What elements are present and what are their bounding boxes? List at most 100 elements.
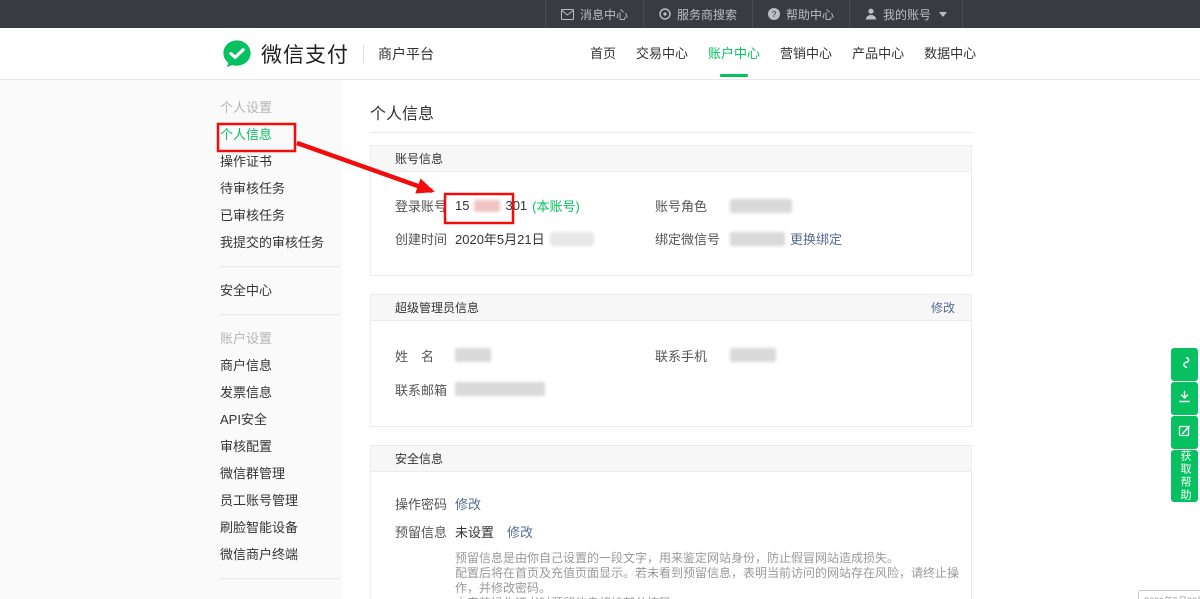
main-nav: 首页 交易中心 账户中心 营销中心 产品中心 数据中心 — [590, 28, 976, 80]
reserved-info-label: 预留信息 — [395, 522, 455, 541]
operation-password-label: 操作密码 — [395, 494, 455, 513]
admin-name-redacted — [455, 348, 491, 362]
sidebar-item-face-smart-device[interactable]: 刷脸智能设备 — [220, 514, 342, 541]
topbar-message-center[interactable]: 消息中心 — [545, 0, 643, 28]
nav-home[interactable]: 首页 — [590, 28, 616, 80]
sidebar-divider — [220, 266, 340, 267]
login-account-redacted — [474, 200, 500, 212]
security-info-body: 操作密码 修改 预留信息 未设置 修改 预留信息是由你自己设置的一段文字，用来鉴… — [371, 472, 971, 599]
sidebar-item-merchant-info[interactable]: 商户信息 — [220, 352, 342, 379]
topbar-my-account-label: 我的账号 — [883, 6, 931, 23]
super-admin-header: 超级管理员信息 修改 — [371, 295, 971, 321]
nav-transaction-center[interactable]: 交易中心 — [636, 28, 688, 80]
sidebar-item-wechat-merchant-terminal[interactable]: 微信商户终端 — [220, 541, 342, 568]
download-icon — [1178, 390, 1191, 408]
rebind-link[interactable]: 更换绑定 — [790, 229, 842, 248]
sidebar-divider — [220, 578, 340, 579]
header: 微信支付 商户平台 首页 交易中心 账户中心 营销中心 产品中心 数据中心 — [0, 28, 1200, 80]
sidebar-item-invoice-info[interactable]: 发票信息 — [220, 379, 342, 406]
sidebar-section-account-settings: 账户设置 — [220, 325, 342, 352]
sidebar-item-security-center[interactable]: 安全中心 — [220, 277, 342, 304]
operation-password-edit-link[interactable]: 修改 — [455, 494, 481, 513]
nav-data-center[interactable]: 数据中心 — [924, 28, 976, 80]
account-role-value — [730, 199, 792, 213]
topbar-my-account[interactable]: 我的账号 — [849, 0, 963, 28]
topbar-service-search-label: 服务商搜索 — [677, 6, 737, 23]
sidebar-divider — [220, 314, 340, 315]
security-info-title: 安全信息 — [395, 450, 443, 467]
sidebar-item-staff-account-management[interactable]: 员工账号管理 — [220, 487, 342, 514]
super-admin-section: 超级管理员信息 修改 姓 名 联系手机 联系邮箱 — [370, 294, 972, 427]
current-account-tag: (本账号) — [532, 196, 580, 215]
bound-wechat-value: 更换绑定 — [730, 229, 842, 248]
brand-divider — [363, 45, 364, 63]
account-info-section: 账号信息 登录账号 15301 (本账号) 账号角色 — [370, 145, 972, 276]
account-info-body: 登录账号 15301 (本账号) 账号角色 创建时间 — [371, 172, 971, 275]
service-link-icon — [1178, 356, 1191, 374]
active-nav-underline — [720, 74, 748, 77]
date-tooltip: 2020年5月22日 — [1138, 590, 1200, 599]
search-icon — [659, 8, 671, 20]
super-admin-body: 姓 名 联系手机 联系邮箱 — [371, 321, 971, 426]
reserved-info-edit-link[interactable]: 修改 — [507, 522, 533, 541]
brand: 微信支付 商户平台 — [222, 28, 434, 80]
sidebar-item-review-config[interactable]: 审核配置 — [220, 433, 342, 460]
brand-name: 微信支付 — [261, 39, 349, 69]
account-info-title: 账号信息 — [395, 150, 443, 167]
floating-toolbar: 获取帮助 — [1171, 348, 1198, 502]
admin-email-label: 联系邮箱 — [395, 380, 455, 399]
caret-down-icon — [939, 12, 947, 17]
topbar-service-search[interactable]: 服务商搜索 — [643, 0, 752, 28]
nav-marketing-center[interactable]: 营销中心 — [780, 28, 832, 80]
account-role-label: 账号角色 — [655, 196, 730, 215]
created-time-value: 2020年5月21日 — [455, 229, 594, 248]
admin-name-value — [455, 348, 491, 362]
reserved-info-description: 预留信息是由你自己设置的一段文字，用来鉴定网站身份，防止假冒网站造成损失。 配置… — [455, 551, 971, 599]
admin-phone-value — [730, 348, 776, 362]
get-help-label: 获取帮助 — [1179, 450, 1190, 502]
sidebar-item-my-submitted-tasks[interactable]: 我提交的审核任务 — [220, 229, 342, 256]
login-account-label: 登录账号 — [395, 196, 455, 215]
sidebar-item-personal-info[interactable]: 个人信息 — [220, 121, 342, 148]
sidebar: 个人设置 个人信息 操作证书 待审核任务 已审核任务 我提交的审核任务 安全中心… — [220, 94, 342, 589]
page-title: 个人信息 — [370, 80, 972, 133]
login-account-value: 15301 (本账号) — [455, 196, 580, 215]
created-time-redacted — [550, 232, 594, 246]
reserved-info-description-line: 预留信息是由你自己设置的一段文字，用来鉴定网站身份，防止假冒网站造成损失。 — [455, 551, 971, 566]
download-button[interactable] — [1171, 382, 1198, 415]
created-time-label: 创建时间 — [395, 229, 455, 248]
service-link-button[interactable] — [1171, 348, 1198, 381]
wechat-pay-logo — [222, 39, 252, 69]
topbar-help-label: 帮助中心 — [786, 6, 834, 23]
portal-name: 商户平台 — [378, 44, 434, 64]
account-role-redacted — [730, 199, 792, 213]
security-info-header: 安全信息 — [371, 446, 971, 472]
feedback-button[interactable] — [1171, 416, 1198, 449]
sidebar-item-api-security[interactable]: API安全 — [220, 406, 342, 433]
edit-icon — [1178, 424, 1191, 442]
get-help-button[interactable]: 获取帮助 — [1171, 450, 1198, 502]
sidebar-item-reviewed-tasks[interactable]: 已审核任务 — [220, 202, 342, 229]
sidebar-item-operation-certificate[interactable]: 操作证书 — [220, 148, 342, 175]
admin-email-value — [455, 382, 545, 396]
mail-icon — [561, 9, 574, 20]
security-info-section: 安全信息 操作密码 修改 预留信息 未设置 修改 — [370, 445, 972, 599]
sidebar-item-pending-review-tasks[interactable]: 待审核任务 — [220, 175, 342, 202]
admin-name-label: 姓 名 — [395, 346, 455, 365]
svg-text:?: ? — [772, 9, 777, 19]
account-info-header: 账号信息 — [371, 146, 971, 172]
nav-account-center[interactable]: 账户中心 — [708, 28, 760, 80]
page: 个人设置 个人信息 操作证书 待审核任务 已审核任务 我提交的审核任务 安全中心… — [0, 80, 1200, 599]
nav-product-center[interactable]: 产品中心 — [852, 28, 904, 80]
super-admin-title: 超级管理员信息 — [395, 299, 479, 316]
super-admin-edit-link[interactable]: 修改 — [931, 299, 955, 316]
topbar-message-label: 消息中心 — [580, 6, 628, 23]
bound-wechat-redacted — [730, 232, 785, 246]
help-icon: ? — [768, 8, 780, 20]
reserved-info-description-line: 配置后将在首页及充值页面显示。若未看到预留信息，表明当前访问的网站存在风险，请终… — [455, 566, 971, 596]
topbar-help-center[interactable]: ? 帮助中心 — [752, 0, 849, 28]
sidebar-item-wechat-group-management[interactable]: 微信群管理 — [220, 460, 342, 487]
bound-wechat-label: 绑定微信号 — [655, 229, 730, 248]
admin-phone-redacted — [730, 348, 776, 362]
admin-phone-label: 联系手机 — [655, 346, 730, 365]
